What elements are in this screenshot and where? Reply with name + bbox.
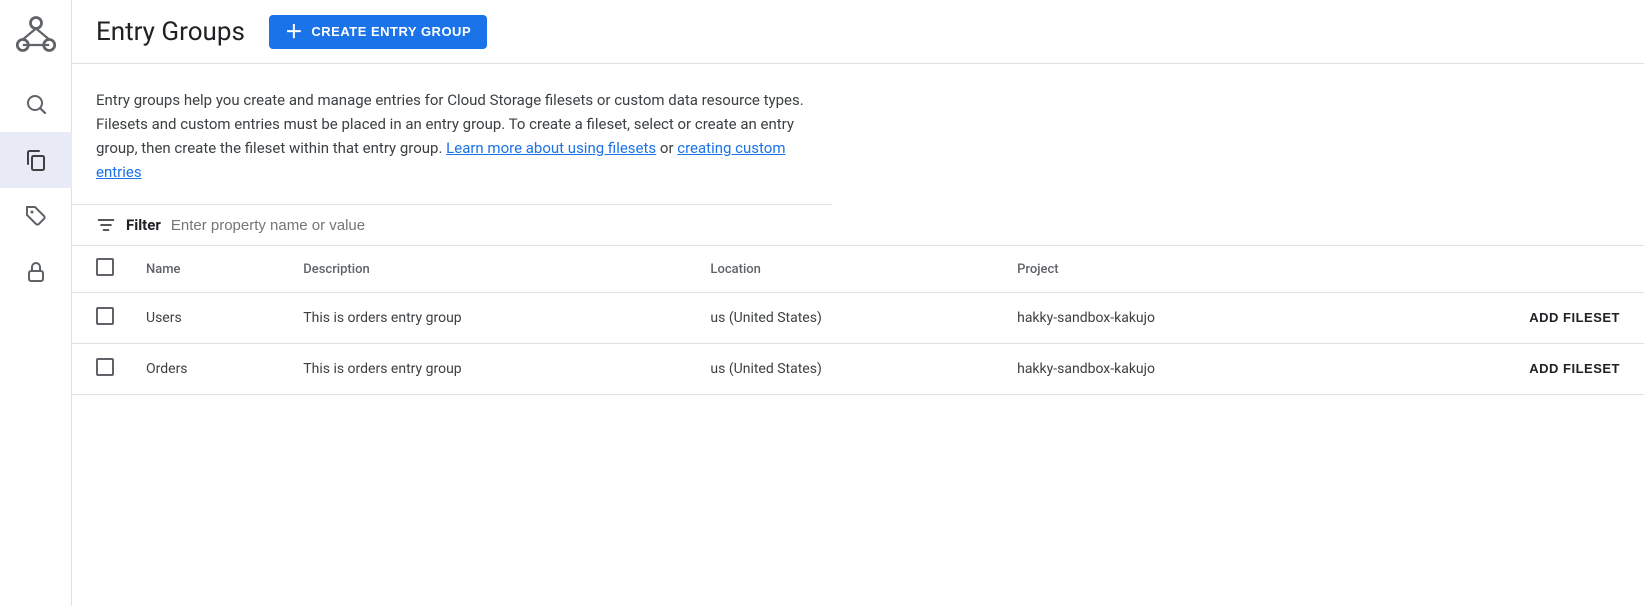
page-title: Entry Groups	[96, 17, 245, 47]
header-name: Name	[130, 246, 287, 293]
search-icon	[24, 92, 48, 116]
sidebar-item-lock[interactable]	[0, 244, 72, 300]
description-or-text: or	[660, 139, 677, 157]
row-checkbox-cell-1	[72, 293, 130, 344]
row-name-1: Users	[130, 293, 287, 344]
filter-bar: Filter	[72, 205, 1644, 246]
row-checkbox-1[interactable]	[96, 307, 114, 325]
lock-icon	[24, 260, 48, 284]
header-project: Project	[1001, 246, 1364, 293]
row-description-2: This is orders entry group	[287, 344, 694, 395]
row-location-1: us (United States)	[694, 293, 1001, 344]
sidebar	[0, 0, 72, 606]
table-row: Orders This is orders entry group us (Un…	[72, 344, 1644, 395]
row-checkbox-2[interactable]	[96, 358, 114, 376]
tag-icon	[24, 204, 48, 228]
table-body: Users This is orders entry group us (Uni…	[72, 293, 1644, 395]
create-entry-group-button[interactable]: ＋ CREATE ENTRY GROUP	[269, 15, 487, 49]
row-checkbox-cell-2	[72, 344, 130, 395]
row-location-2: us (United States)	[694, 344, 1001, 395]
row-project-2: hakky-sandbox-kakujo	[1001, 344, 1364, 395]
entry-groups-table: Name Description Location Project Users …	[72, 246, 1644, 395]
header-action	[1364, 246, 1644, 293]
header-description: Description	[287, 246, 694, 293]
create-button-label: CREATE ENTRY GROUP	[311, 24, 471, 39]
row-project-1: hakky-sandbox-kakujo	[1001, 293, 1364, 344]
header-location: Location	[694, 246, 1001, 293]
copy-icon	[24, 148, 48, 172]
description-section: Entry groups help you create and manage …	[72, 64, 832, 205]
select-all-checkbox[interactable]	[96, 258, 114, 276]
sidebar-item-entry-groups[interactable]	[0, 132, 72, 188]
main-content: Entry Groups ＋ CREATE ENTRY GROUP Entry …	[72, 0, 1644, 606]
app-logo	[14, 12, 58, 56]
filter-icon	[96, 215, 116, 235]
table-header-row: Name Description Location Project	[72, 246, 1644, 293]
add-fileset-button-1[interactable]: ADD FILESET	[1529, 310, 1620, 325]
add-fileset-button-2[interactable]: ADD FILESET	[1529, 361, 1620, 376]
row-action-cell-1: ADD FILESET	[1364, 293, 1644, 344]
table-row: Users This is orders entry group us (Uni…	[72, 293, 1644, 344]
row-description-1: This is orders entry group	[287, 293, 694, 344]
plus-icon: ＋	[285, 23, 304, 41]
table-container: Name Description Location Project Users …	[72, 246, 1644, 606]
filter-input[interactable]	[171, 217, 1620, 234]
sidebar-item-search[interactable]	[0, 76, 72, 132]
sidebar-item-tags[interactable]	[0, 188, 72, 244]
filter-label: Filter	[126, 216, 161, 234]
learn-more-link[interactable]: Learn more about using filesets	[446, 139, 656, 157]
logo-icon	[14, 12, 58, 56]
row-action-cell-2: ADD FILESET	[1364, 344, 1644, 395]
row-name-2: Orders	[130, 344, 287, 395]
header: Entry Groups ＋ CREATE ENTRY GROUP	[72, 0, 1644, 64]
header-checkbox-cell	[72, 246, 130, 293]
